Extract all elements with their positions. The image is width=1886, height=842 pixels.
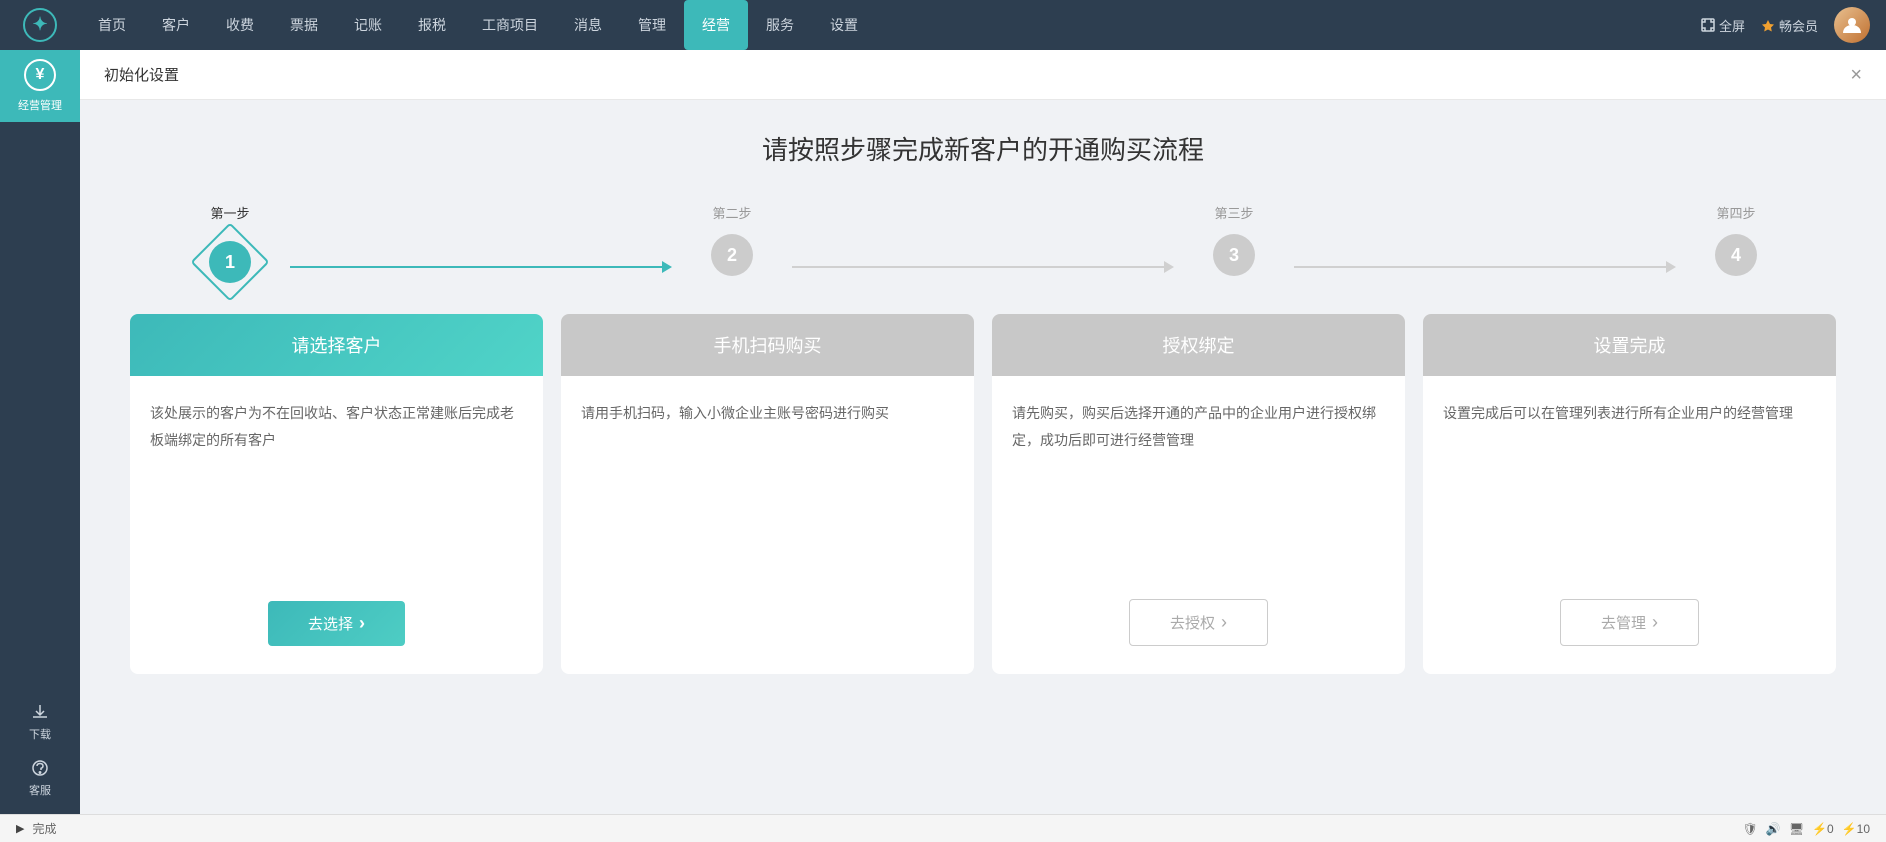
status-bar: ▶ 完成 🛡 🔊 🖥 ⚡0 ⚡10 (0, 814, 1886, 842)
nav-item-收费[interactable]: 收费 (208, 0, 272, 50)
step-1-label: 第一步 (210, 203, 249, 222)
nav-item-服务[interactable]: 服务 (748, 0, 812, 50)
step-2-circle: 2 (711, 234, 753, 276)
step-4: 第四步 4 (1676, 203, 1796, 276)
nav-item-记账[interactable]: 记账 (336, 0, 400, 50)
card-3-body: 请先购买，购买后选择开通的产品中的企业用户进行授权绑定，成功后即可进行经营管理 (992, 376, 1405, 583)
card-auth-bind: 授权绑定 请先购买，购买后选择开通的产品中的企业用户进行授权绑定，成功后即可进行… (992, 314, 1405, 674)
nav-item-经营[interactable]: 经营 (684, 0, 748, 50)
shield-icon: 🛡 (1743, 822, 1758, 836)
clock-icon: ⚡10 (1842, 822, 1870, 836)
card-1-header: 请选择客户 (130, 314, 543, 376)
status-text: 完成 (32, 820, 56, 837)
card-1-body: 该处展示的客户为不在回收站、客户状态正常建账后完成老板端绑定的所有客户 (130, 376, 543, 585)
nav-item-报税[interactable]: 报税 (400, 0, 464, 50)
volume-icon: 🔊 (1766, 822, 1781, 836)
step-3: 第三步 3 (1174, 203, 1294, 276)
nav-item-消息[interactable]: 消息 (556, 0, 620, 50)
card-2-header: 手机扫码购买 (561, 314, 974, 376)
step-2: 第二步 2 (672, 203, 792, 276)
vip-btn[interactable]: 畅会员 (1761, 16, 1818, 35)
nav-item-设置[interactable]: 设置 (812, 0, 876, 50)
card-4-body: 设置完成后可以在管理列表进行所有企业用户的经营管理 (1423, 376, 1836, 583)
nav-item-票据[interactable]: 票据 (272, 0, 336, 50)
step-1-circle: 1 (209, 241, 251, 283)
step-4-circle: 4 (1715, 234, 1757, 276)
close-btn[interactable]: × (1850, 65, 1862, 85)
battery-icon: ⚡0 (1812, 822, 1834, 836)
monitor-icon: 🖥 (1789, 822, 1804, 836)
nav-item-首页[interactable]: 首页 (80, 0, 144, 50)
go-auth-btn[interactable]: 去授权 › (1129, 599, 1268, 646)
setup-heading: 请按照步骤完成新客户的开通购买流程 (130, 130, 1836, 167)
step-1: 第一步 1 (170, 203, 290, 290)
fullscreen-btn[interactable]: 全屏 (1701, 16, 1745, 35)
card-setup-complete: 设置完成 设置完成后可以在管理列表进行所有企业用户的经营管理 去管理 › (1423, 314, 1836, 674)
nav-item-客户[interactable]: 客户 (144, 0, 208, 50)
sidebar-item-jingying[interactable]: ¥ 经营管理 (0, 50, 80, 122)
step-4-label: 第四步 (1716, 203, 1755, 222)
go-select-btn[interactable]: 去选择 › (268, 601, 405, 646)
play-btn[interactable]: ▶ (16, 822, 24, 835)
sidebar-item-download[interactable]: 下载 (0, 694, 80, 750)
nav-item-工商项目[interactable]: 工商项目 (464, 0, 556, 50)
nav-item-管理[interactable]: 管理 (620, 0, 684, 50)
card-3-header: 授权绑定 (992, 314, 1405, 376)
step-2-label: 第二步 (712, 203, 751, 222)
logo: ✦ (0, 7, 80, 43)
step-3-label: 第三步 (1214, 203, 1253, 222)
svg-text:✦: ✦ (32, 14, 47, 34)
page-title: 初始化设置 (104, 64, 179, 85)
page-header: 初始化设置 × (80, 50, 1886, 100)
card-4-header: 设置完成 (1423, 314, 1836, 376)
avatar[interactable] (1834, 7, 1870, 43)
card-2-body: 请用手机扫码，输入小微企业主账号密码进行购买 (561, 376, 974, 630)
go-manage-btn[interactable]: 去管理 › (1560, 599, 1699, 646)
card-qr-purchase: 手机扫码购买 请用手机扫码，输入小微企业主账号密码进行购买 (561, 314, 974, 674)
step-3-circle: 3 (1213, 234, 1255, 276)
card-select-customer: 请选择客户 该处展示的客户为不在回收站、客户状态正常建账后完成老板端绑定的所有客… (130, 314, 543, 674)
sidebar-item-support[interactable]: 客服 (0, 750, 80, 806)
